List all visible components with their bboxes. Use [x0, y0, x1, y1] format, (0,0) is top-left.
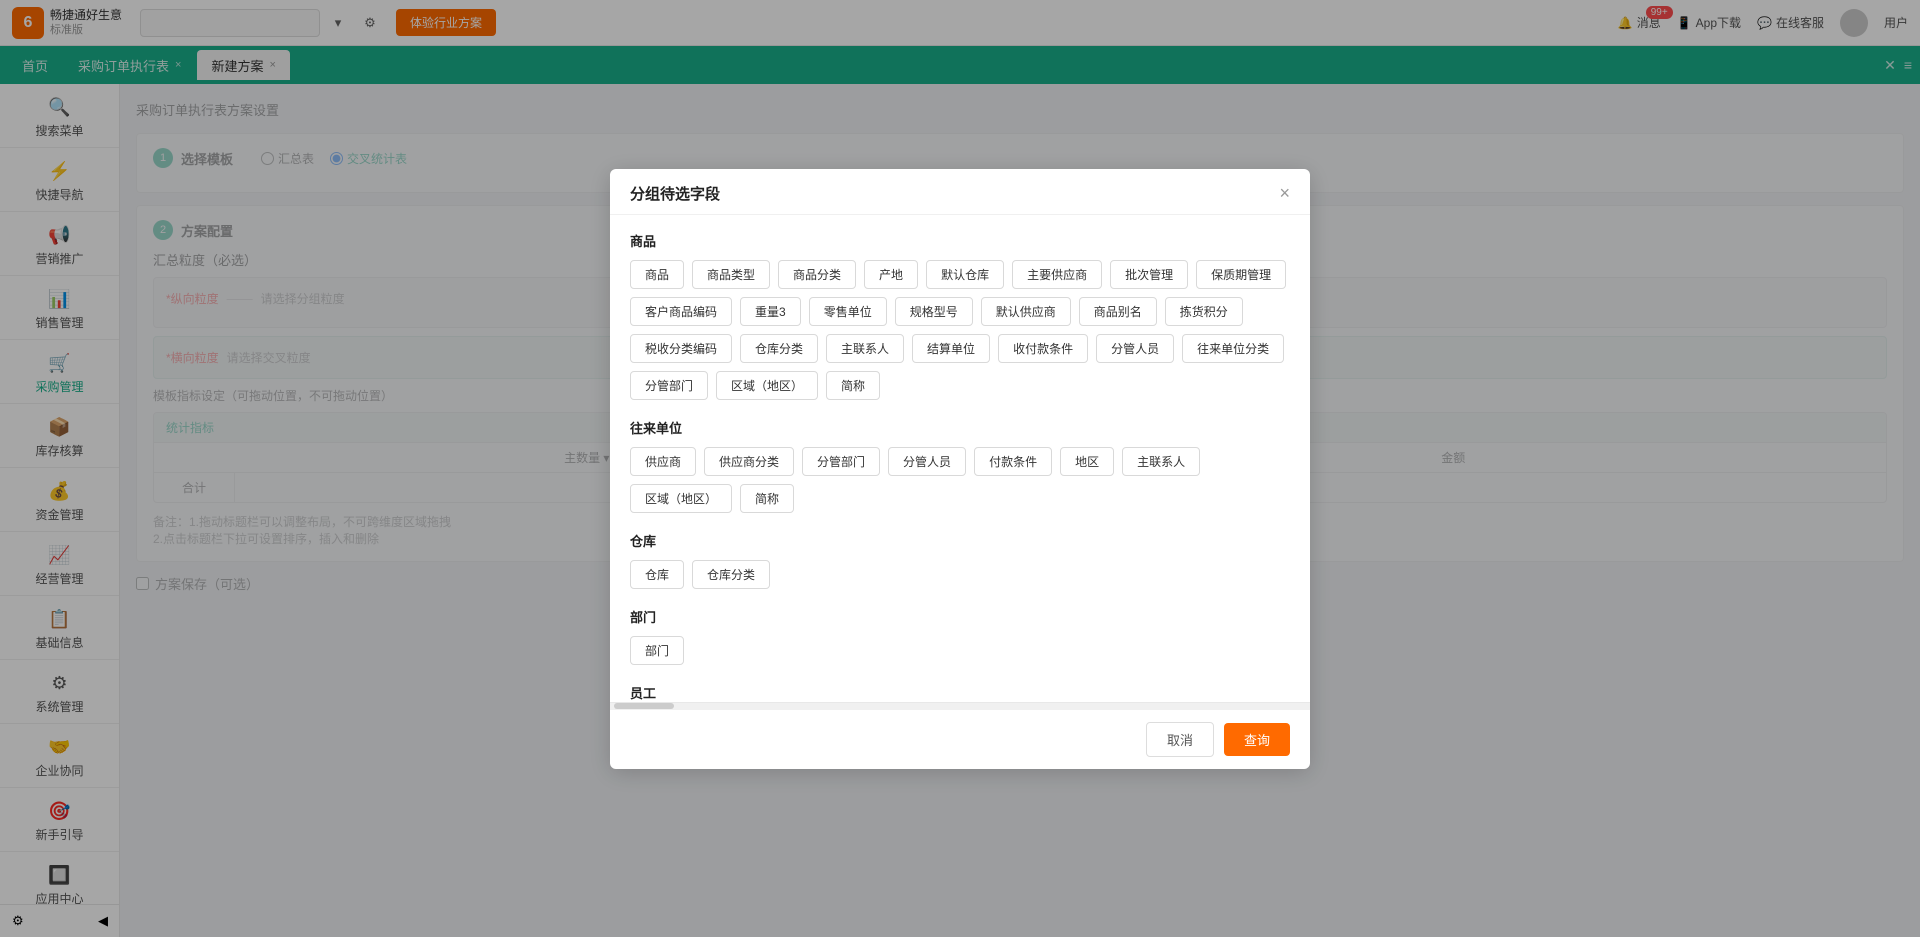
- modal-body: 商品 商品 商品类型 商品分类 产地 默认仓库 主要供应商 批次管理 保质期管理…: [610, 215, 1310, 703]
- field-weight3[interactable]: 重量3: [740, 297, 801, 326]
- field-warehouse-category[interactable]: 仓库分类: [740, 334, 818, 363]
- field-product-category[interactable]: 商品分类: [778, 260, 856, 289]
- field-partner-dept[interactable]: 分管部门: [802, 447, 880, 476]
- field-default-supplier[interactable]: 默认供应商: [981, 297, 1071, 326]
- field-settlement-unit[interactable]: 结算单位: [912, 334, 990, 363]
- section-partner-fields: 供应商 供应商分类 分管部门 分管人员 付款条件 地区 主联系人 区域（地区） …: [630, 447, 1290, 513]
- field-payment-terms[interactable]: 收付款条件: [998, 334, 1088, 363]
- field-pick-points[interactable]: 拣货积分: [1165, 297, 1243, 326]
- field-retail-unit[interactable]: 零售单位: [809, 297, 887, 326]
- section-partner: 往来单位 供应商 供应商分类 分管部门 分管人员 付款条件 地区 主联系人 区域…: [630, 418, 1290, 513]
- main-layout: 🔍 搜索菜单 ⚡ 快捷导航 📢 营销推广 📊 销售管理 🛒 采购管理 📦 库存核…: [0, 84, 1920, 937]
- modal-hscrollbar[interactable]: [610, 702, 1310, 708]
- section-department: 部门 部门: [630, 607, 1290, 665]
- field-partner-manager[interactable]: 分管人员: [888, 447, 966, 476]
- modal-title: 分组待选字段: [630, 183, 720, 204]
- field-customer-code[interactable]: 客户商品编码: [630, 297, 732, 326]
- field-spec[interactable]: 规格型号: [895, 297, 973, 326]
- modal-cancel-button[interactable]: 取消: [1146, 722, 1214, 757]
- modal-header: 分组待选字段 ×: [610, 169, 1310, 215]
- field-region-product[interactable]: 区域（地区）: [716, 371, 818, 400]
- section-dept-title: 部门: [630, 607, 1290, 626]
- field-partner-category[interactable]: 往来单位分类: [1182, 334, 1284, 363]
- section-staff: 员工 业务员: [630, 683, 1290, 703]
- field-partner-payment[interactable]: 付款条件: [974, 447, 1052, 476]
- field-dept-in-charge[interactable]: 分管部门: [630, 371, 708, 400]
- field-main-supplier[interactable]: 主要供应商: [1012, 260, 1102, 289]
- modal-footer: 取消 查询: [610, 709, 1310, 769]
- field-warehouse[interactable]: 仓库: [630, 560, 684, 589]
- field-short-name[interactable]: 简称: [826, 371, 880, 400]
- field-dept[interactable]: 部门: [630, 636, 684, 665]
- modal-dialog: 分组待选字段 × 商品 商品 商品类型 商品分类 产地 默认仓库 主要供应商: [610, 169, 1310, 769]
- field-default-warehouse[interactable]: 默认仓库: [926, 260, 1004, 289]
- section-product-fields: 商品 商品类型 商品分类 产地 默认仓库 主要供应商 批次管理 保质期管理 客户…: [630, 260, 1290, 400]
- section-partner-title: 往来单位: [630, 418, 1290, 437]
- hscroll-thumb: [614, 703, 674, 709]
- field-tax-code[interactable]: 税收分类编码: [630, 334, 732, 363]
- field-partner-area[interactable]: 区域（地区）: [630, 484, 732, 513]
- section-warehouse-fields: 仓库 仓库分类: [630, 560, 1290, 589]
- field-product[interactable]: 商品: [630, 260, 684, 289]
- section-warehouse: 仓库 仓库 仓库分类: [630, 531, 1290, 589]
- field-partner-short[interactable]: 简称: [740, 484, 794, 513]
- section-warehouse-title: 仓库: [630, 531, 1290, 550]
- modal-close-button[interactable]: ×: [1279, 183, 1290, 204]
- field-product-alias[interactable]: 商品别名: [1079, 297, 1157, 326]
- section-staff-title: 员工: [630, 683, 1290, 702]
- section-product-title: 商品: [630, 231, 1290, 250]
- field-partner-contact[interactable]: 主联系人: [1122, 447, 1200, 476]
- field-origin[interactable]: 产地: [864, 260, 918, 289]
- field-supplier[interactable]: 供应商: [630, 447, 696, 476]
- field-shelf-life[interactable]: 保质期管理: [1196, 260, 1286, 289]
- field-warehouse-cat[interactable]: 仓库分类: [692, 560, 770, 589]
- field-manager[interactable]: 分管人员: [1096, 334, 1174, 363]
- field-partner-region[interactable]: 地区: [1060, 447, 1114, 476]
- section-product: 商品 商品 商品类型 商品分类 产地 默认仓库 主要供应商 批次管理 保质期管理…: [630, 231, 1290, 400]
- content-area: 采购订单执行表方案设置 1 选择模板 汇总表 交叉统计表: [120, 84, 1920, 937]
- modal-confirm-button[interactable]: 查询: [1224, 723, 1290, 756]
- field-primary-contact[interactable]: 主联系人: [826, 334, 904, 363]
- field-product-type[interactable]: 商品类型: [692, 260, 770, 289]
- field-batch-mgmt[interactable]: 批次管理: [1110, 260, 1188, 289]
- modal-overlay: 分组待选字段 × 商品 商品 商品类型 商品分类 产地 默认仓库 主要供应商: [120, 84, 1920, 937]
- section-dept-fields: 部门: [630, 636, 1290, 665]
- field-supplier-category[interactable]: 供应商分类: [704, 447, 794, 476]
